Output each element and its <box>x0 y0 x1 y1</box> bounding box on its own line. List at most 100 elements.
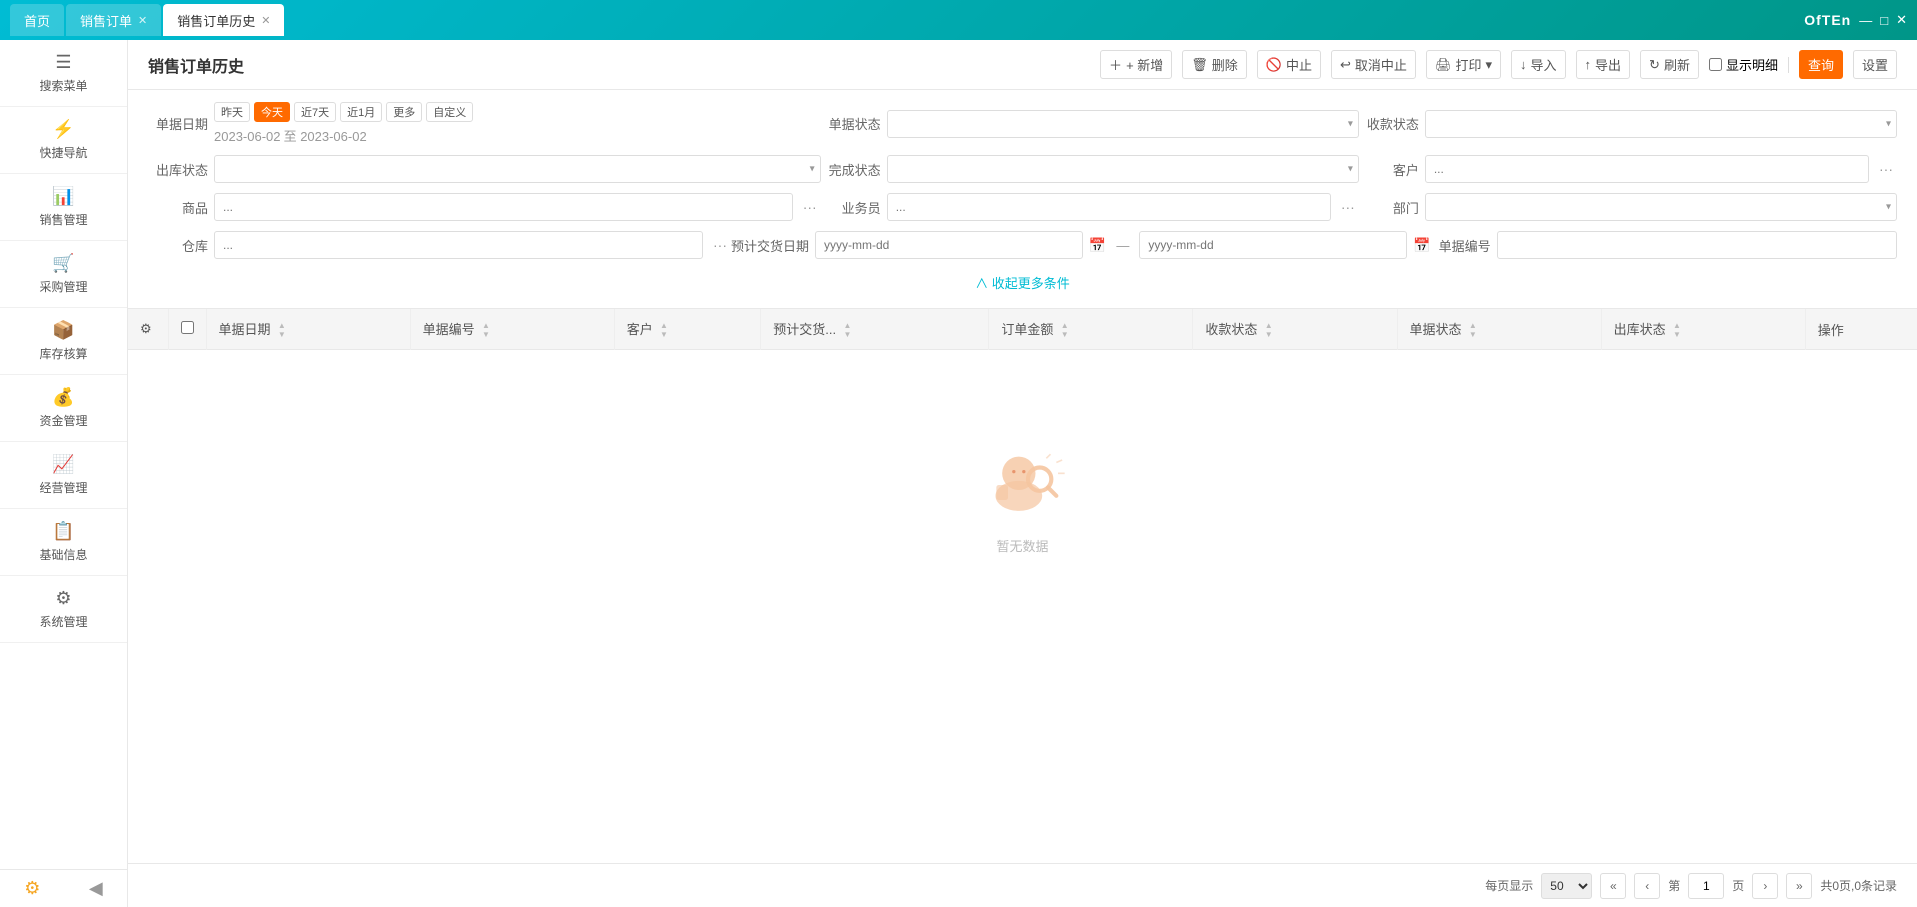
delivery-date-to[interactable] <box>1139 231 1407 259</box>
stop-button[interactable]: 🚫 中止 <box>1257 50 1321 79</box>
delete-button[interactable]: 🗑 删除 <box>1182 50 1247 79</box>
sort-down: ▼ <box>1673 331 1681 339</box>
refresh-button[interactable]: ↻ 刷新 <box>1640 50 1699 79</box>
tabs-area: 首页 销售订单 ✕ 销售订单历史 ✕ <box>10 4 284 36</box>
date-today[interactable]: 今天 <box>254 102 290 122</box>
salesperson-ellipsis[interactable]: ··· <box>1337 199 1359 215</box>
department-select[interactable] <box>1425 193 1897 221</box>
order-status-select[interactable] <box>887 110 1359 138</box>
col-receipt-status: 收款状态 ▲ ▼ <box>1193 309 1397 350</box>
date-sort-icons[interactable]: ▲ ▼ <box>278 322 286 339</box>
date-1month[interactable]: 近1月 <box>340 102 382 122</box>
sidebar-item-sales[interactable]: 📊 销售管理 <box>0 174 127 241</box>
settings-button[interactable]: 设置 <box>1853 50 1897 79</box>
delivery-date-from[interactable] <box>815 231 1083 259</box>
query-label: 查询 <box>1808 55 1834 74</box>
warehouse-input[interactable] <box>214 231 703 259</box>
first-page-btn[interactable]: « <box>1600 873 1626 899</box>
collapse-row[interactable]: ∧ 收起更多条件 <box>148 269 1897 296</box>
sort-down: ▼ <box>1265 331 1273 339</box>
date-7days[interactable]: 近7天 <box>294 102 336 122</box>
tab-home[interactable]: 首页 <box>10 4 64 36</box>
print-button[interactable]: 🖨 打印 ▾ <box>1426 50 1501 79</box>
delivery-sort-icons[interactable]: ▲ ▼ <box>843 322 851 339</box>
maximize-btn[interactable]: □ <box>1880 13 1888 28</box>
date-yesterday[interactable]: 昨天 <box>214 102 250 122</box>
filter-row-1: 单据日期 昨天 今天 近7天 近1月 更多 自定义 2023-06-02 <box>148 102 1897 145</box>
amount-sort-icons[interactable]: ▲ ▼ <box>1061 322 1069 339</box>
next-page-btn[interactable]: › <box>1752 873 1778 899</box>
select-all-checkbox[interactable] <box>181 321 194 334</box>
date-more[interactable]: 更多 <box>386 102 422 122</box>
date-from: 2023-06-02 <box>214 129 281 144</box>
filter-customer: 客户 ··· <box>1359 155 1897 183</box>
outbound-status-select[interactable] <box>214 155 821 183</box>
query-button[interactable]: 查询 <box>1799 50 1843 79</box>
order-status-sort-icons[interactable]: ▲ ▼ <box>1469 322 1477 339</box>
customer-ellipsis[interactable]: ··· <box>1875 161 1897 177</box>
warehouse-ellipsis[interactable]: ··· <box>709 237 731 253</box>
col-number-label: 单据编号 <box>423 322 475 337</box>
tab-sales-order-history[interactable]: 销售订单历史 ✕ <box>163 4 284 36</box>
sidebar-item-system[interactable]: ⚙ 系统管理 <box>0 576 127 643</box>
completion-status-select-wrapper: ▾ <box>887 155 1359 183</box>
receipt-status-select[interactable] <box>1425 110 1897 138</box>
page-number-input[interactable] <box>1688 873 1724 899</box>
new-button[interactable]: ＋ + 新增 <box>1100 50 1172 79</box>
page-size-select[interactable]: 20 50 100 <box>1541 873 1592 899</box>
page-title-row: 销售订单历史 ＋ + 新增 🗑 删除 🚫 中止 ↩ <box>148 50 1897 79</box>
col-gear[interactable]: ⚙ <box>128 309 168 350</box>
outbound-status-label: 出库状态 <box>148 160 208 179</box>
customer-sort-icons[interactable]: ▲ ▼ <box>660 322 668 339</box>
sidebar-item-base-info[interactable]: 📋 基础信息 <box>0 509 127 576</box>
filter-warehouse: 仓库 ··· <box>148 231 731 259</box>
empty-state: 暂无数据 <box>128 350 1917 635</box>
col-amount: 订单金额 ▲ ▼ <box>989 309 1193 350</box>
base-info-icon: 📋 <box>52 521 74 542</box>
tab-sales-order-history-label: 销售订单历史 <box>177 11 255 30</box>
sidebar-item-operations[interactable]: 📈 经营管理 <box>0 442 127 509</box>
sidebar-item-capital[interactable]: 💰 资金管理 <box>0 375 127 442</box>
completion-status-select[interactable] <box>887 155 1359 183</box>
filter-order-number: 单据编号 <box>1431 231 1897 259</box>
close-btn[interactable]: ✕ <box>1896 12 1907 28</box>
tab-sales-order-close[interactable]: ✕ <box>138 14 147 27</box>
last-page-btn[interactable]: » <box>1786 873 1812 899</box>
minimize-btn[interactable]: — <box>1859 13 1872 28</box>
receipt-sort-icons[interactable]: ▲ ▼ <box>1265 322 1273 339</box>
salesperson-input[interactable] <box>887 193 1331 221</box>
tab-sales-order[interactable]: 销售订单 ✕ <box>66 4 161 36</box>
calendar-from-icon[interactable]: 📅 <box>1089 237 1106 254</box>
sort-up: ▲ <box>278 322 286 330</box>
product-ellipsis[interactable]: ··· <box>799 199 821 215</box>
cancel-stop-button[interactable]: ↩ 取消中止 <box>1331 50 1416 79</box>
sidebar-settings-icon[interactable]: ⚙ <box>24 878 40 899</box>
calendar-to-icon[interactable]: 📅 <box>1413 237 1430 254</box>
import-button[interactable]: ↓ 导入 <box>1511 50 1566 79</box>
sidebar-collapse-icon[interactable]: ◀ <box>89 878 103 899</box>
number-sort-icons[interactable]: ▲ ▼ <box>482 322 490 339</box>
product-input[interactable] <box>214 193 793 221</box>
order-number-input[interactable] <box>1497 231 1897 259</box>
sidebar-item-operations-label: 经营管理 <box>39 479 87 496</box>
sidebar-bottom: ⚙ ◀ <box>0 869 127 907</box>
delivery-date-dash: — <box>1116 238 1129 253</box>
order-status-select-wrapper: ▾ <box>887 110 1359 138</box>
sidebar-item-purchase[interactable]: 🛒 采购管理 <box>0 241 127 308</box>
sidebar-item-inventory-label: 库存核算 <box>39 345 87 362</box>
customer-input[interactable] <box>1425 155 1869 183</box>
cancel-stop-icon: ↩ <box>1340 57 1351 73</box>
filter-row-4: 仓库 ··· 预计交货日期 📅 — 📅 单据编号 <box>148 231 1897 259</box>
display-col-checkbox[interactable] <box>1709 58 1722 71</box>
date-custom[interactable]: 自定义 <box>426 102 473 122</box>
sort-down: ▼ <box>843 331 851 339</box>
outbound-sort-icons[interactable]: ▲ ▼ <box>1673 322 1681 339</box>
prev-page-btn[interactable]: ‹ <box>1634 873 1660 899</box>
sidebar-item-quick-nav[interactable]: ⚡ 快捷导航 <box>0 107 127 174</box>
sidebar-item-search-menu[interactable]: ☰ 搜索菜单 <box>0 40 127 107</box>
export-button[interactable]: ↑ 导出 <box>1576 50 1631 79</box>
department-label: 部门 <box>1359 198 1419 217</box>
sidebar-item-inventory[interactable]: 📦 库存核算 <box>0 308 127 375</box>
tab-sales-order-history-close[interactable]: ✕ <box>261 14 270 27</box>
stop-label: 中止 <box>1286 55 1312 74</box>
